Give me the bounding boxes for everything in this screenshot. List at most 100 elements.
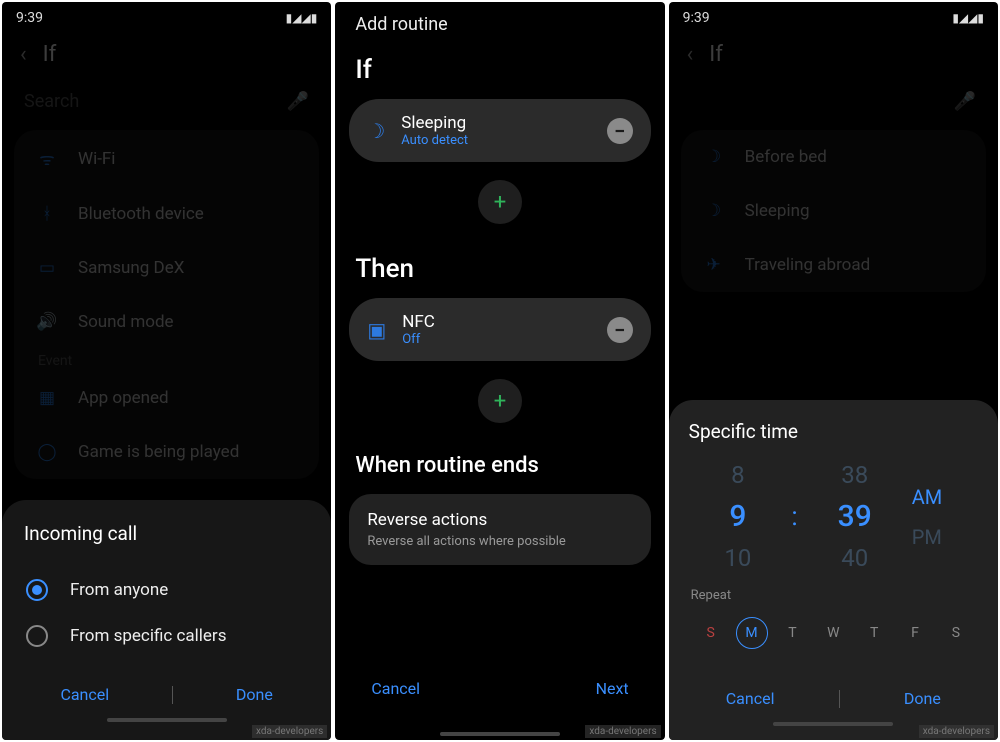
watermark: xda-developers <box>252 725 327 738</box>
status-bar: 9:39 ▮◢◢▮ <box>2 2 331 34</box>
add-if-button[interactable]: + <box>478 180 522 224</box>
end-section-label: When routine ends <box>335 437 664 488</box>
ampm-column[interactable]: AM PM <box>912 485 943 549</box>
monitor-icon: ▭ <box>36 258 58 278</box>
day-tue[interactable]: T <box>776 617 808 649</box>
mic-icon[interactable]: 🎤 <box>954 91 976 112</box>
moon-icon: ☽ <box>367 119 385 143</box>
status-icons: ▮◢◢▮ <box>952 11 984 25</box>
am-option[interactable]: AM <box>912 485 943 509</box>
screen-if-conditions: 9:39 ▮◢◢▮ ‹ If Search 🎤 ᯤWi-Fi ᚼBluetoot… <box>2 2 331 740</box>
hour-selected[interactable]: 9 <box>729 499 746 534</box>
chip-subtitle: Auto detect <box>401 133 590 148</box>
apps-icon: ▦ <box>36 388 58 408</box>
day-sun[interactable]: S <box>695 617 727 649</box>
chip-title: Sleeping <box>401 113 590 133</box>
status-bar: 9:39 ▮◢◢▮ <box>669 2 998 34</box>
background-dimmed: ‹ If Search 🎤 ᯤWi-Fi ᚼBluetooth device ▭… <box>2 34 331 487</box>
footer-buttons: Cancel Next <box>335 651 664 726</box>
then-chip-nfc[interactable]: ▣ NFC Off − <box>349 298 650 361</box>
cancel-button[interactable]: Cancel <box>716 681 785 716</box>
cancel-button[interactable]: Cancel <box>361 671 430 706</box>
day-wed[interactable]: W <box>817 617 849 649</box>
condition-bluetooth[interactable]: ᚼBluetooth device <box>14 187 319 241</box>
time-colon: : <box>791 502 797 532</box>
card-subtitle: Reverse all actions where possible <box>367 534 632 549</box>
screen-specific-time: 9:39 ▮◢◢▮ ‹ If 🎤 ☽Before bed ☽Sleeping ✈… <box>669 2 998 740</box>
if-chip-sleeping[interactable]: ☽ Sleeping Auto detect − <box>349 99 650 162</box>
done-button[interactable]: Done <box>894 681 951 716</box>
nfc-icon: ▣ <box>367 318 386 342</box>
reverse-actions-card[interactable]: Reverse actions Reverse all actions wher… <box>349 494 650 565</box>
day-fri[interactable]: F <box>899 617 931 649</box>
nav-handle[interactable] <box>773 722 893 726</box>
page-title: If <box>709 42 723 67</box>
condition-game[interactable]: ◯Game is being played <box>14 425 319 479</box>
condition-app-opened[interactable]: ▦App opened <box>14 371 319 425</box>
nav-handle[interactable] <box>107 718 227 722</box>
page-title: If <box>43 42 57 67</box>
condition-list: ☽Before bed ☽Sleeping ✈Traveling abroad <box>681 130 986 292</box>
chip-title: NFC <box>402 312 590 332</box>
watermark: xda-developers <box>585 725 660 738</box>
mic-icon[interactable]: 🎤 <box>287 91 309 112</box>
minute-selected[interactable]: 39 <box>838 499 872 534</box>
sheet-buttons: Cancel Done <box>24 677 309 712</box>
then-section-label: Then <box>335 238 664 294</box>
status-time: 9:39 <box>16 10 43 26</box>
status-icons: ▮◢◢▮ <box>286 11 318 25</box>
search-row[interactable]: Search 🎤 <box>2 81 331 122</box>
back-icon[interactable]: ‹ <box>20 42 27 67</box>
event-section-header: Event <box>14 349 319 371</box>
wifi-icon: ᯤ <box>36 147 58 170</box>
day-mon[interactable]: M <box>736 617 768 649</box>
back-icon[interactable]: ‹ <box>687 42 694 67</box>
sheet-title: Specific time <box>689 420 978 443</box>
remove-icon[interactable]: − <box>607 317 633 343</box>
chip-subtitle: Off <box>402 332 590 347</box>
condition-list: ᯤWi-Fi ᚼBluetooth device ▭Samsung DeX 🔊S… <box>14 130 319 479</box>
cancel-button[interactable]: Cancel <box>50 677 119 712</box>
time-picker[interactable]: 8 9 10 : 38 39 40 AM PM <box>689 461 978 572</box>
nav-handle[interactable] <box>440 732 560 736</box>
page-title: Add routine <box>335 2 664 39</box>
radio-selected-icon[interactable] <box>26 579 48 601</box>
bluetooth-icon: ᚼ <box>36 204 58 224</box>
background-dimmed: ‹ If 🎤 ☽Before bed ☽Sleeping ✈Traveling … <box>669 34 998 300</box>
minute-column[interactable]: 38 39 40 <box>838 461 872 572</box>
button-divider <box>839 690 840 708</box>
day-picker: S M T W T F S <box>689 609 978 663</box>
search-row[interactable]: 🎤 <box>669 81 998 122</box>
option-from-specific[interactable]: From specific callers <box>24 613 309 659</box>
repeat-label: Repeat <box>691 588 976 603</box>
remove-icon[interactable]: − <box>607 118 633 144</box>
condition-before-bed[interactable]: ☽Before bed <box>681 130 986 184</box>
incoming-call-sheet: Incoming call From anyone From specific … <box>2 500 331 740</box>
watermark: xda-developers <box>919 725 994 738</box>
add-then-button[interactable]: + <box>478 379 522 423</box>
game-icon: ◯ <box>36 442 58 462</box>
specific-time-sheet: Specific time 8 9 10 : 38 39 40 AM PM Re… <box>669 400 998 740</box>
screen-add-routine: Add routine If ☽ Sleeping Auto detect − … <box>335 2 664 740</box>
hour-column[interactable]: 8 9 10 <box>724 461 751 572</box>
condition-traveling[interactable]: ✈Traveling abroad <box>681 238 986 292</box>
moon-icon: ☽ <box>703 201 725 221</box>
day-sat[interactable]: S <box>940 617 972 649</box>
if-section-label: If <box>335 39 664 95</box>
sheet-title: Incoming call <box>24 522 309 545</box>
condition-dex[interactable]: ▭Samsung DeX <box>14 241 319 295</box>
day-thu[interactable]: T <box>858 617 890 649</box>
button-divider <box>172 686 173 704</box>
done-button[interactable]: Done <box>226 677 283 712</box>
sheet-buttons: Cancel Done <box>689 681 978 716</box>
moon-icon: ☽ <box>703 147 725 167</box>
option-from-anyone[interactable]: From anyone <box>24 567 309 613</box>
next-button[interactable]: Next <box>586 671 639 706</box>
pm-option[interactable]: PM <box>912 525 943 549</box>
condition-sound[interactable]: 🔊Sound mode <box>14 295 319 349</box>
search-input[interactable]: Search <box>24 91 277 112</box>
speaker-icon: 🔊 <box>36 312 58 332</box>
condition-wifi[interactable]: ᯤWi-Fi <box>14 130 319 187</box>
radio-icon[interactable] <box>26 625 48 647</box>
condition-sleeping[interactable]: ☽Sleeping <box>681 184 986 238</box>
